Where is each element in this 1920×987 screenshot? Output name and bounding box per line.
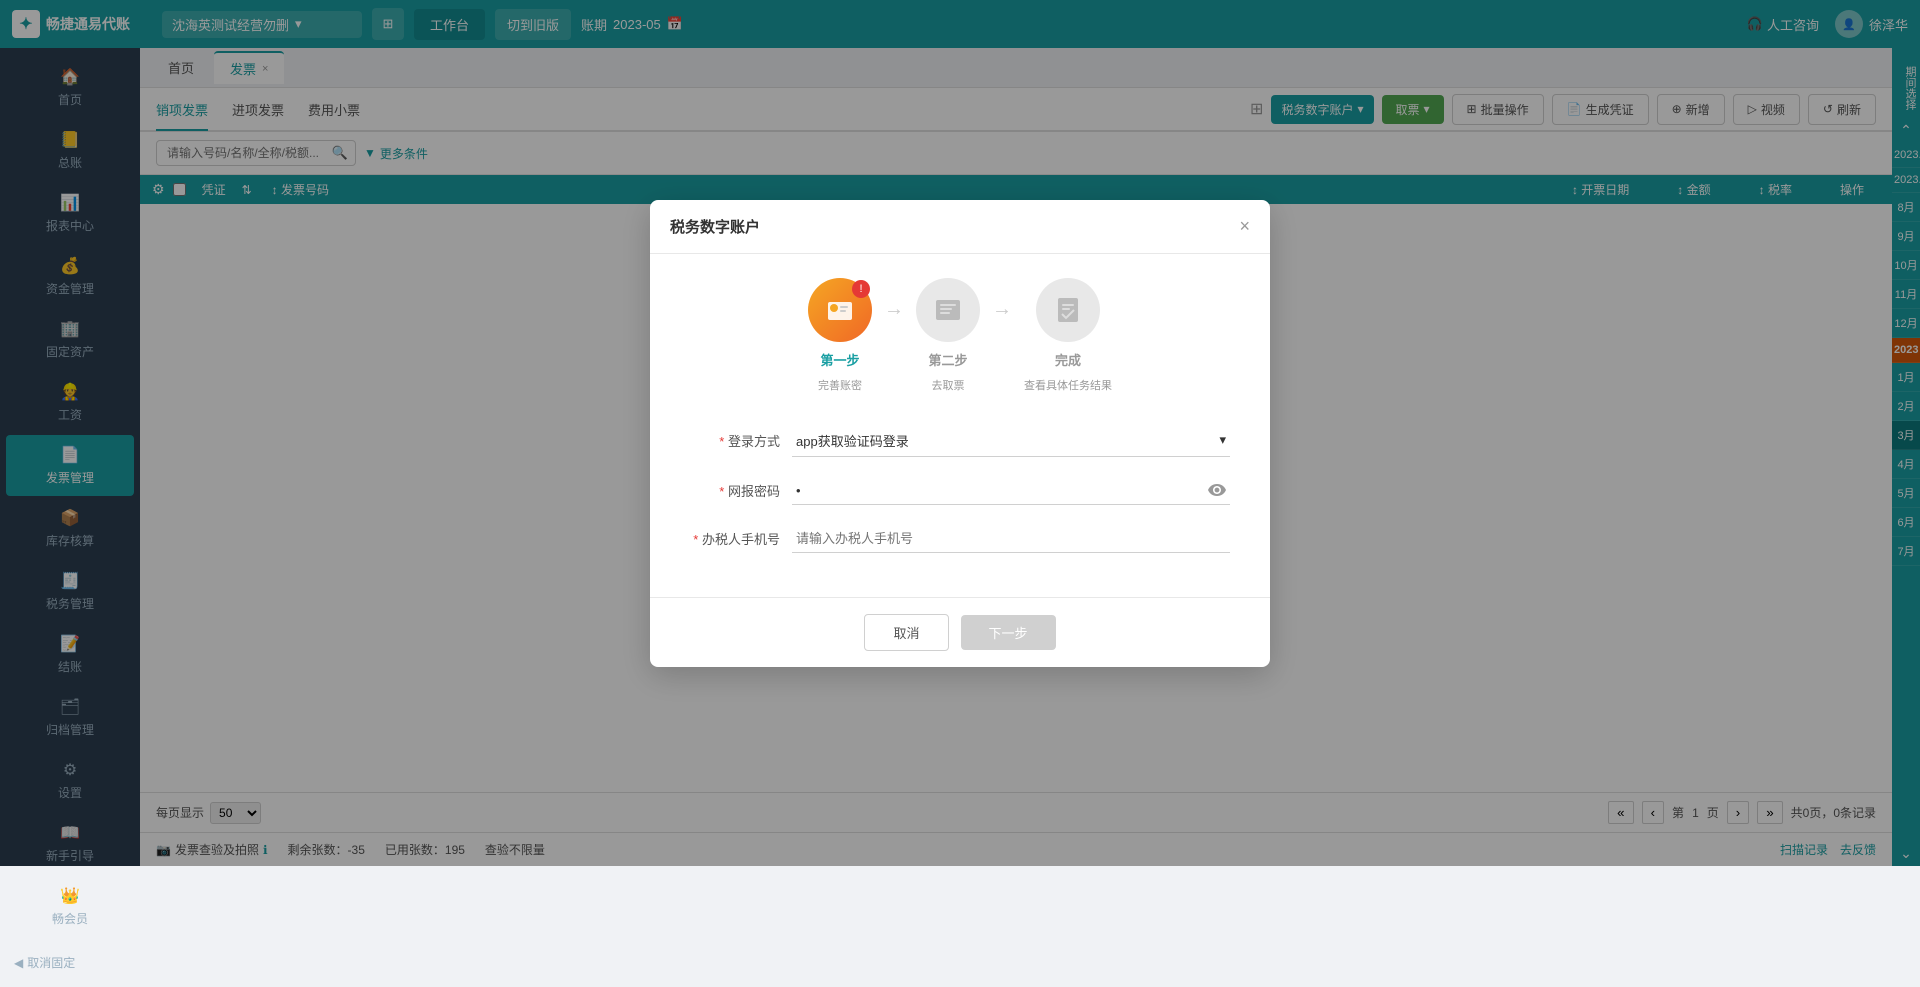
step-3-sublabel: 查看具体任务结果 [1024,377,1112,393]
next-step-button[interactable]: 下一步 [961,615,1056,650]
step-1-label: 第一步 [820,350,859,369]
phone-input[interactable] [792,525,1230,553]
cancel-modal-button[interactable]: 取消 [864,614,948,651]
step-1-svg [824,294,856,326]
modal-body: ! 第一步 完善账密 → 第 [650,254,1270,597]
cancel-fixed-button[interactable]: ◀ 取消固定 [6,946,134,979]
modal-header: 税务数字账户 × [650,200,1270,254]
step-1-badge: ! [852,280,870,298]
sidebar-bottom: ◀ 取消固定 [0,938,140,987]
password-input-wrap [792,477,1230,505]
step-2-sublabel: 去取票 [932,377,965,393]
sidebar-item-member[interactable]: 👑 畅会员 [6,876,134,937]
pin-icon: ◀ [14,956,23,970]
sidebar-label-member: 畅会员 [52,910,88,927]
phone-row: * 办税人手机号 [690,525,1230,553]
login-method-dropdown-icon: ▾ [1219,432,1226,448]
modal-footer: 取消 下一步 [650,597,1270,667]
password-input[interactable] [792,477,1230,505]
login-method-value: app获取验证码登录 [796,431,909,450]
modal-overlay: 税务数字账户 × ! 第一步 [0,0,1920,866]
phone-label: * 办税人手机号 [690,529,780,548]
modal-title: 税务数字账户 [670,216,760,237]
phone-input-wrap [792,525,1230,553]
member-icon: 👑 [60,886,80,906]
step-2: 第二步 去取票 [916,278,980,393]
step-3: 完成 查看具体任务结果 [1024,278,1112,393]
cancel-fixed-label: 取消固定 [27,954,75,971]
step-2-icon [916,278,980,342]
step-3-label: 完成 [1055,350,1081,369]
step-3-icon [1036,278,1100,342]
step-arrow-1: → [872,298,916,321]
step-2-svg [932,294,964,326]
step-3-svg [1052,294,1084,326]
step-1: ! 第一步 完善账密 [808,278,872,393]
step-1-sublabel: 完善账密 [818,377,862,393]
stepper: ! 第一步 完善账密 → 第 [690,278,1230,393]
step-1-icon: ! [808,278,872,342]
step-arrow-2: → [980,298,1024,321]
login-method-select[interactable]: app获取验证码登录 ▾ [792,425,1230,457]
password-row: * 网报密码 [690,477,1230,505]
login-method-row: * 登录方式 app获取验证码登录 ▾ [690,425,1230,457]
tax-digital-modal: 税务数字账户 × ! 第一步 [650,200,1270,667]
password-eye-icon[interactable] [1208,483,1226,499]
modal-close-button[interactable]: × [1239,216,1250,237]
login-method-label: * 登录方式 [690,431,780,450]
step-2-label: 第二步 [928,350,967,369]
password-label: * 网报密码 [690,481,780,500]
